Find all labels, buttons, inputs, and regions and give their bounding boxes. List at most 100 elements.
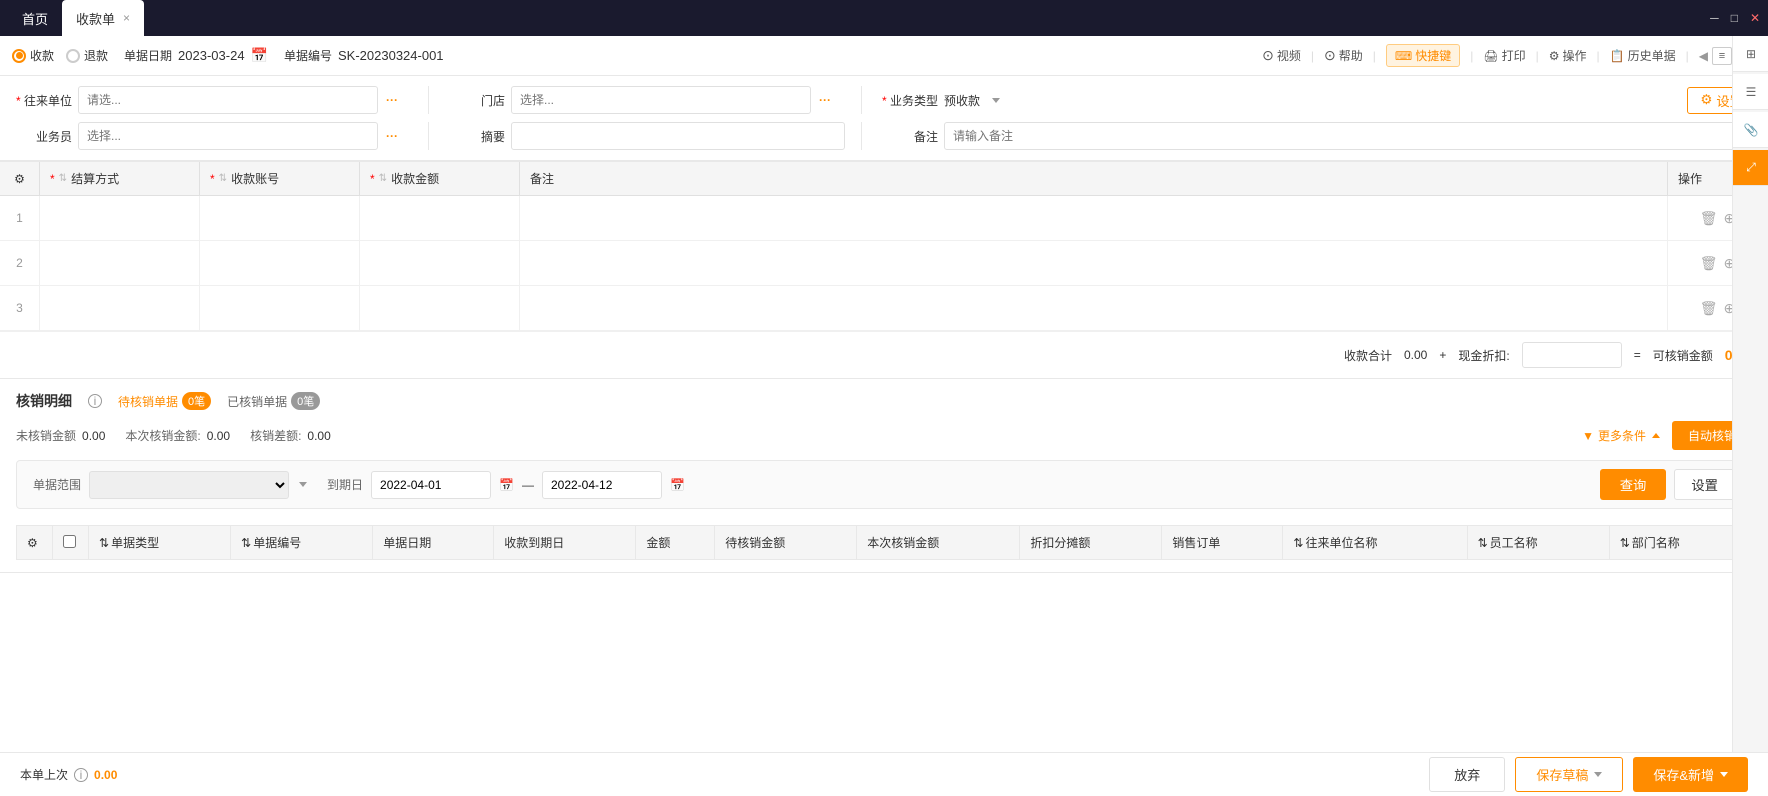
th-shoukuan[interactable]: ⇅ 收款账号 (200, 162, 360, 195)
date-to-input[interactable] (542, 471, 662, 499)
verify-tab-done[interactable]: 已核销单据 0笔 (227, 392, 320, 410)
td-jiesuan-3[interactable] (40, 286, 200, 330)
keyboard-icon: ⌨ (1395, 49, 1412, 63)
th-current: 本次核销金额 (857, 526, 1020, 560)
notes-input[interactable] (944, 122, 1756, 150)
td-jiesuan-1[interactable] (40, 196, 200, 240)
th-number[interactable]: ⇅单据编号 (231, 526, 373, 560)
jiesuan-input-3[interactable] (50, 294, 189, 322)
jiesuan-input-1[interactable] (50, 204, 189, 232)
jiesuan-input-2[interactable] (50, 249, 189, 277)
th-date: 单据日期 (373, 526, 494, 560)
radio-tuidan[interactable]: 退款 (66, 47, 108, 64)
summary-row: 收款合计 0.00 + 现金折扣: = 可核销金额 0.00 (0, 331, 1768, 379)
verify-tab-pending[interactable]: 待核销单据 0笔 (118, 392, 211, 410)
beizhu-input-1[interactable] (530, 204, 1657, 232)
th-checkbox-verify[interactable] (53, 526, 89, 560)
video-btn[interactable]: ⊙ 视频 (1262, 47, 1301, 64)
kuaijian-btn[interactable]: ⌨ 快捷键 (1386, 44, 1460, 67)
tab-shoukuan[interactable]: 收款单 × (62, 0, 144, 36)
td-beizhu-2[interactable] (520, 241, 1668, 285)
th-dept[interactable]: ⇅部门名称 (1609, 526, 1751, 560)
layout-left-icon[interactable]: ◀ (1699, 49, 1708, 63)
select-all-checkbox[interactable] (63, 535, 76, 548)
partner-input[interactable] (78, 86, 378, 114)
bottom-info-icon[interactable]: i (74, 768, 88, 782)
radio-shoukuan[interactable]: 收款 (12, 47, 54, 64)
jine-input-3[interactable] (370, 294, 509, 322)
th-amount: 金额 (636, 526, 715, 560)
shoukuan-input-2[interactable] (210, 249, 349, 277)
date-from-input[interactable] (371, 471, 491, 499)
th-settings[interactable]: ⚙ (0, 162, 40, 195)
store-input[interactable] (511, 86, 811, 114)
save-draft-button[interactable]: 保存草稿 (1515, 757, 1623, 792)
verify-data-table: ⚙ ⇅单据类型 ⇅单据编号 单据日期 收款到期日 金额 待核销金额 本次核销金额… (16, 525, 1752, 560)
salesperson-ellipsis[interactable]: ··· (386, 129, 398, 143)
print-btn[interactable]: 🖨 打印 (1483, 47, 1525, 64)
right-expand-icon: ⤢ (1746, 160, 1756, 175)
td-shoukuan-3[interactable] (200, 286, 360, 330)
th-settings-verify[interactable]: ⚙ (17, 526, 53, 560)
td-shoukuan-1[interactable] (200, 196, 360, 240)
minimize-btn[interactable]: ─ (1710, 11, 1719, 25)
calendar-to-icon[interactable]: 📅 (670, 478, 685, 492)
beizhu-input-2[interactable] (530, 249, 1657, 277)
store-field-group: 门店 ··· (445, 86, 845, 114)
discount-input[interactable] (1522, 342, 1622, 368)
right-panel-attachment[interactable]: 📎 (1733, 112, 1768, 148)
calendar-from-icon[interactable]: 📅 (499, 478, 514, 492)
right-panel-expand[interactable]: ⤢ (1733, 150, 1768, 186)
divider-1 (428, 86, 429, 114)
th-partner[interactable]: ⇅往来单位名称 (1283, 526, 1467, 560)
right-panel-list[interactable]: ☰ (1733, 74, 1768, 110)
close-tab-icon[interactable]: × (123, 11, 130, 25)
range-select[interactable] (89, 471, 289, 499)
history-btn[interactable]: 📋 历史单据 (1610, 47, 1676, 64)
current-verify-amount: 本次核销金额: 0.00 (125, 427, 230, 444)
more-conditions-btn[interactable]: ▼ 更多条件 (1582, 427, 1660, 444)
th-jine[interactable]: ⇅ 收款金额 (360, 162, 520, 195)
sort-icon-employee: ⇅ (1478, 536, 1488, 550)
shoukuan-input-3[interactable] (210, 294, 349, 322)
th-employee[interactable]: ⇅员工名称 (1467, 526, 1609, 560)
delete-icon-2[interactable]: 🗑 (1700, 255, 1718, 272)
td-jine-3[interactable] (360, 286, 520, 330)
right-panel-table[interactable]: ⊞ (1733, 36, 1768, 72)
partner-ellipsis[interactable]: ··· (386, 93, 398, 107)
td-jine-1[interactable] (360, 196, 520, 240)
calendar-icon[interactable]: 📅 (251, 47, 268, 64)
td-jine-2[interactable] (360, 241, 520, 285)
verify-info-icon[interactable]: i (88, 394, 102, 408)
jine-input-1[interactable] (370, 204, 509, 232)
maximize-btn[interactable]: □ (1731, 11, 1738, 25)
th-type[interactable]: ⇅单据类型 (89, 526, 231, 560)
shoukuan-input-1[interactable] (210, 204, 349, 232)
filter-settings-button[interactable]: 设置 (1674, 469, 1735, 500)
summary-input[interactable] (511, 122, 845, 150)
help-btn[interactable]: ⊙ 帮助 (1324, 47, 1363, 64)
history-icon: 📋 (1610, 49, 1625, 63)
print-icon: 🖨 (1483, 49, 1498, 63)
td-beizhu-1[interactable] (520, 196, 1668, 240)
query-button[interactable]: 查询 (1600, 469, 1667, 500)
td-shoukuan-2[interactable] (200, 241, 360, 285)
jine-input-2[interactable] (370, 249, 509, 277)
th-jiesuan[interactable]: ⇅ 结算方式 (40, 162, 200, 195)
td-jiesuan-2[interactable] (40, 241, 200, 285)
save-new-button[interactable]: 保存&新增 (1633, 757, 1748, 792)
delete-icon-1[interactable]: 🗑 (1700, 210, 1718, 227)
tab-home[interactable]: 首页 (8, 0, 62, 36)
store-ellipsis[interactable]: ··· (819, 93, 831, 107)
salesperson-input[interactable] (78, 122, 378, 150)
delete-icon-3[interactable]: 🗑 (1700, 300, 1718, 317)
settings-col-icon: ⚙ (14, 172, 25, 186)
table-header: ⚙ ⇅ 结算方式 ⇅ 收款账号 ⇅ 收款金额 备注 操作 (0, 162, 1768, 196)
td-beizhu-3[interactable] (520, 286, 1668, 330)
business-type-arrow[interactable] (990, 93, 1000, 107)
beizhu-input-3[interactable] (530, 294, 1657, 322)
close-btn[interactable]: ✕ (1750, 11, 1760, 25)
caozuo-btn[interactable]: ⚙ 操作 (1549, 47, 1587, 64)
layout-list-icon[interactable]: ≡ (1712, 47, 1732, 65)
abandon-button[interactable]: 放弃 (1429, 757, 1505, 792)
